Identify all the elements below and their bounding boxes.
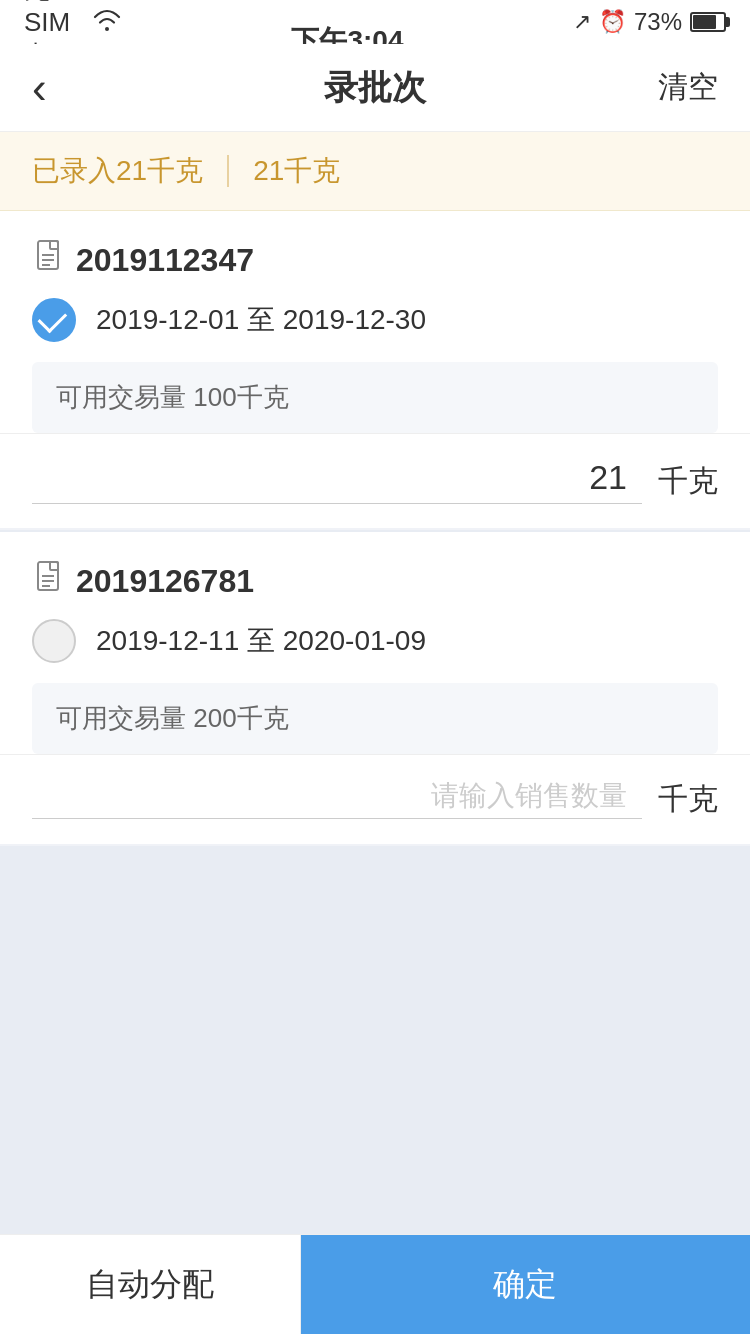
content-area: 已录入21千克 21千克 2019112347 bbox=[0, 132, 750, 1334]
batch-checkbox-2[interactable] bbox=[32, 619, 76, 663]
batch-card-1: 2019112347 2019-12-01 至 2019-12-30 可用交易量… bbox=[0, 211, 750, 528]
recorded-label: 已录入21千克 bbox=[32, 152, 203, 190]
batch-number-row-1: 2019112347 bbox=[32, 239, 718, 282]
back-button[interactable]: ‹ bbox=[32, 66, 47, 110]
page-title: 录批次 bbox=[324, 65, 426, 111]
qty-unit-2: 千克 bbox=[658, 779, 718, 820]
batch-id-1: 2019112347 bbox=[76, 242, 254, 279]
qty-input-2[interactable] bbox=[342, 780, 642, 812]
batch-card-2: 2019126781 2019-12-11 至 2020-01-09 可用交易量… bbox=[0, 532, 750, 844]
avail-box-1: 可用交易量 100千克 bbox=[32, 362, 718, 433]
batch-number-row-2: 2019126781 bbox=[32, 560, 718, 603]
alarm-icon: ⏰ bbox=[599, 9, 626, 35]
summary-divider bbox=[227, 155, 229, 187]
batch-date-range-1: 2019-12-01 至 2019-12-30 bbox=[96, 301, 426, 339]
battery-icon bbox=[690, 12, 726, 32]
avail-label-1: 可用交易量 100千克 bbox=[56, 382, 289, 412]
total-label: 21千克 bbox=[253, 152, 340, 190]
date-row-1: 2019-12-01 至 2019-12-30 bbox=[32, 298, 718, 342]
battery-label: 73% bbox=[634, 8, 682, 36]
wifi-icon bbox=[92, 7, 122, 38]
batch-card-1-inner: 2019112347 2019-12-01 至 2019-12-30 可用交易量… bbox=[0, 211, 750, 433]
batch-date-range-2: 2019-12-11 至 2020-01-09 bbox=[96, 622, 426, 660]
qty-unit-1: 千克 bbox=[658, 461, 718, 502]
qty-underline-1 bbox=[32, 458, 642, 504]
clear-button[interactable]: 清空 bbox=[658, 67, 718, 108]
avail-box-2: 可用交易量 200千克 bbox=[32, 683, 718, 754]
avail-label-2: 可用交易量 200千克 bbox=[56, 703, 289, 733]
batch-id-2: 2019126781 bbox=[76, 563, 254, 600]
nav-bar: ‹ 录批次 清空 bbox=[0, 44, 750, 132]
batch-card-2-inner: 2019126781 2019-12-11 至 2020-01-09 可用交易量… bbox=[0, 532, 750, 754]
qty-underline-2 bbox=[32, 780, 642, 819]
auto-distribute-button[interactable]: 自动分配 bbox=[0, 1235, 301, 1334]
summary-banner: 已录入21千克 21千克 bbox=[0, 132, 750, 211]
status-right: ↗ ⏰ 73% bbox=[573, 8, 726, 36]
qty-row-1: 千克 bbox=[0, 433, 750, 528]
gray-area bbox=[0, 846, 750, 1246]
qty-input-1[interactable] bbox=[442, 458, 642, 497]
date-row-2: 2019-12-11 至 2020-01-09 bbox=[32, 619, 718, 663]
doc-icon-1 bbox=[32, 239, 68, 282]
location-icon: ↗ bbox=[573, 9, 591, 35]
status-bar: 无 SIM 卡 下午3:04 ↗ ⏰ 73% bbox=[0, 0, 750, 44]
confirm-button[interactable]: 确定 bbox=[301, 1235, 750, 1334]
batch-checkbox-1[interactable] bbox=[32, 298, 76, 342]
bottom-bar: 自动分配 确定 bbox=[0, 1234, 750, 1334]
qty-row-2: 千克 bbox=[0, 754, 750, 844]
doc-icon-2 bbox=[32, 560, 68, 603]
